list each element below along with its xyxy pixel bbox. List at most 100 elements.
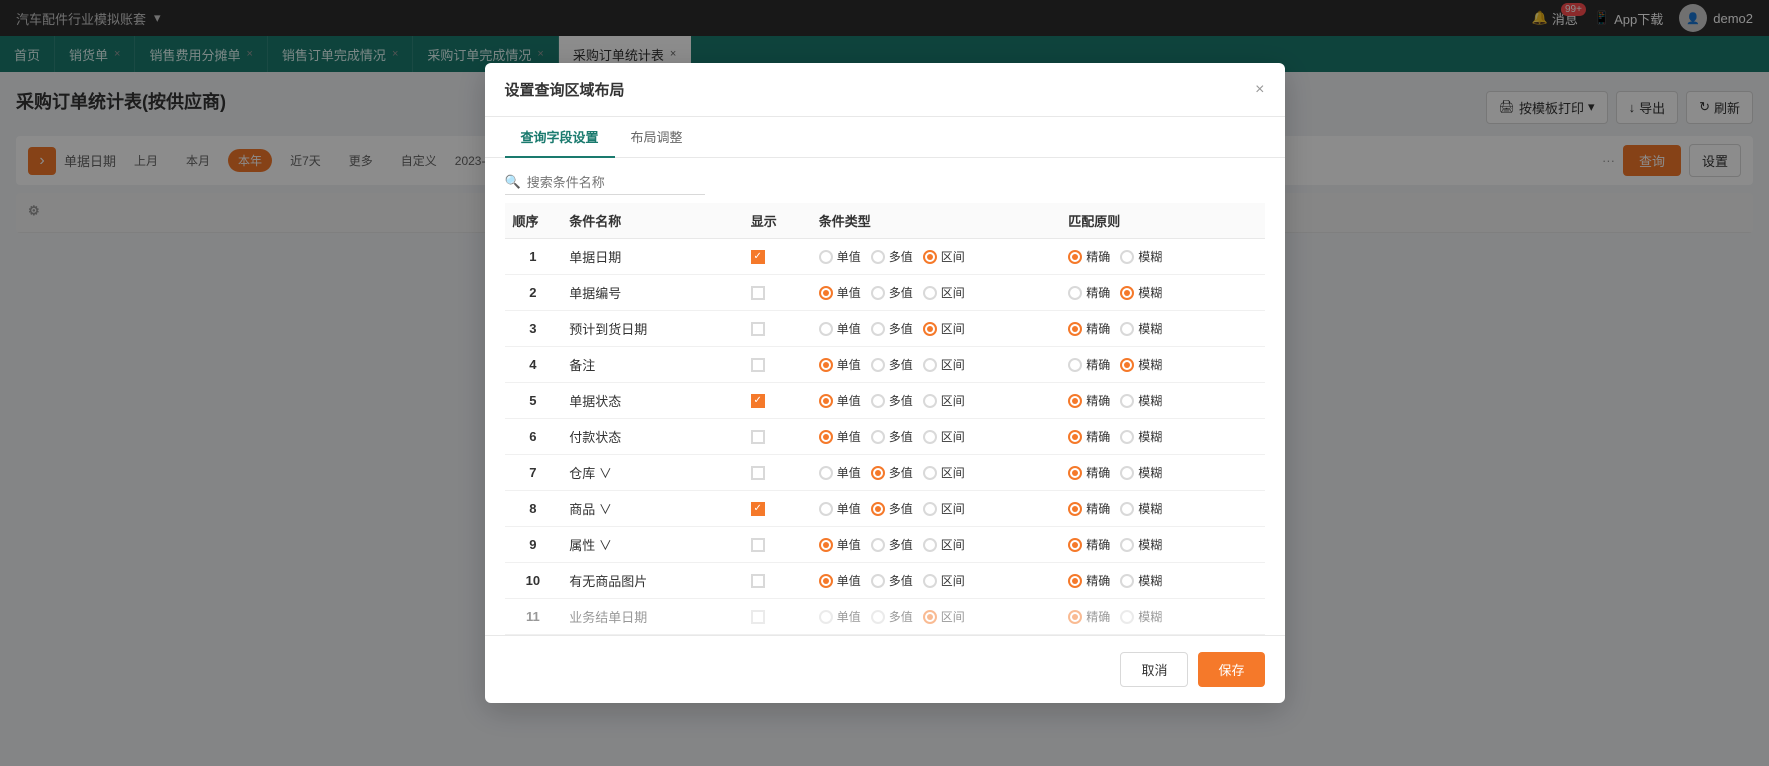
radio-circle-type-6-单值 xyxy=(819,430,833,444)
radio-type-多值-3[interactable]: 多值 xyxy=(871,320,913,337)
radio-circle-match-1-精确 xyxy=(1068,250,1082,264)
row-show-1[interactable] xyxy=(743,239,811,275)
radio-match-模糊-2[interactable]: 模糊 xyxy=(1120,284,1162,301)
checkbox-8[interactable] xyxy=(751,502,765,516)
radio-type-单值-1[interactable]: 单值 xyxy=(819,248,861,265)
radio-type-多值-9[interactable]: 多值 xyxy=(871,536,913,553)
radio-type-区间-5[interactable]: 区间 xyxy=(923,392,965,409)
radio-type-区间-4[interactable]: 区间 xyxy=(923,356,965,373)
radio-type-单值-4[interactable]: 单值 xyxy=(819,356,861,373)
checkbox-3[interactable] xyxy=(751,322,765,336)
row-show-4[interactable] xyxy=(743,347,811,383)
radio-type-区间-2[interactable]: 区间 xyxy=(923,284,965,301)
radio-type-多值-10[interactable]: 多值 xyxy=(871,572,913,589)
modal-tab-layout[interactable]: 布局调整 xyxy=(615,117,699,158)
row-show-10[interactable] xyxy=(743,563,811,599)
checkbox-11[interactable] xyxy=(751,610,765,624)
radio-match-精确-6[interactable]: 精确 xyxy=(1068,428,1110,445)
radio-match-模糊-5[interactable]: 模糊 xyxy=(1120,392,1162,409)
row-name-6: 付款状态 xyxy=(561,419,742,455)
radio-match-模糊-9[interactable]: 模糊 xyxy=(1120,536,1162,553)
radio-type-区间-10[interactable]: 区间 xyxy=(923,572,965,589)
checkbox-4[interactable] xyxy=(751,358,765,372)
radio-type-单值-11[interactable]: 单值 xyxy=(819,608,861,625)
radio-match-模糊-6[interactable]: 模糊 xyxy=(1120,428,1162,445)
row-show-5[interactable] xyxy=(743,383,811,419)
radio-match-模糊-4[interactable]: 模糊 xyxy=(1120,356,1162,373)
radio-circle-type-8-单值 xyxy=(819,502,833,516)
checkbox-6[interactable] xyxy=(751,430,765,444)
radio-match-精确-1[interactable]: 精确 xyxy=(1068,248,1110,265)
radio-type-单值-5[interactable]: 单值 xyxy=(819,392,861,409)
radio-match-精确-4[interactable]: 精确 xyxy=(1068,356,1110,373)
checkbox-2[interactable] xyxy=(751,286,765,300)
radio-type-多值-11[interactable]: 多值 xyxy=(871,608,913,625)
radio-circle-type-2-多值 xyxy=(871,286,885,300)
radio-match-模糊-3[interactable]: 模糊 xyxy=(1120,320,1162,337)
radio-match-精确-9[interactable]: 精确 xyxy=(1068,536,1110,553)
radio-type-区间-8[interactable]: 区间 xyxy=(923,500,965,517)
radio-type-多值-6[interactable]: 多值 xyxy=(871,428,913,445)
radio-match-模糊-11[interactable]: 模糊 xyxy=(1120,608,1162,625)
radio-circle-match-7-精确 xyxy=(1068,466,1082,480)
modal-tab-query-fields[interactable]: 查询字段设置 xyxy=(505,117,615,158)
row-name-1: 单据日期 xyxy=(561,239,742,275)
checkbox-7[interactable] xyxy=(751,466,765,480)
radio-match-模糊-8[interactable]: 模糊 xyxy=(1120,500,1162,517)
radio-type-多值-5[interactable]: 多值 xyxy=(871,392,913,409)
radio-type-多值-4[interactable]: 多值 xyxy=(871,356,913,373)
row-match-5: 精确 模糊 xyxy=(1060,383,1264,419)
radio-type-区间-6[interactable]: 区间 xyxy=(923,428,965,445)
row-show-2[interactable] xyxy=(743,275,811,311)
radio-type-多值-7[interactable]: 多值 xyxy=(871,464,913,481)
radio-circle-type-10-区间 xyxy=(923,574,937,588)
radio-type-单值-9[interactable]: 单值 xyxy=(819,536,861,553)
radio-type-区间-11[interactable]: 区间 xyxy=(923,608,965,625)
radio-type-单值-10[interactable]: 单值 xyxy=(819,572,861,589)
row-name-10: 有无商品图片 xyxy=(561,563,742,599)
row-show-8[interactable] xyxy=(743,491,811,527)
row-show-6[interactable] xyxy=(743,419,811,455)
table-row: 6付款状态单值多值区间精确模糊 xyxy=(505,419,1265,455)
radio-match-精确-2[interactable]: 精确 xyxy=(1068,284,1110,301)
radio-match-精确-10[interactable]: 精确 xyxy=(1068,572,1110,589)
radio-type-单值-8[interactable]: 单值 xyxy=(819,500,861,517)
radio-match-精确-8[interactable]: 精确 xyxy=(1068,500,1110,517)
radio-type-区间-1[interactable]: 区间 xyxy=(923,248,965,265)
radio-match-模糊-7[interactable]: 模糊 xyxy=(1120,464,1162,481)
checkbox-10[interactable] xyxy=(751,574,765,588)
radio-type-单值-7[interactable]: 单值 xyxy=(819,464,861,481)
row-show-7[interactable] xyxy=(743,455,811,491)
modal-close-btn[interactable]: × xyxy=(1255,81,1264,99)
cancel-btn[interactable]: 取消 xyxy=(1120,652,1188,687)
radio-type-单值-2[interactable]: 单值 xyxy=(819,284,861,301)
row-show-11[interactable] xyxy=(743,599,811,635)
radio-match-精确-3[interactable]: 精确 xyxy=(1068,320,1110,337)
checkbox-5[interactable] xyxy=(751,394,765,408)
radio-match-模糊-10[interactable]: 模糊 xyxy=(1120,572,1162,589)
row-order-7: 7 xyxy=(505,455,562,491)
radio-circle-type-4-多值 xyxy=(871,358,885,372)
radio-type-区间-3[interactable]: 区间 xyxy=(923,320,965,337)
row-show-9[interactable] xyxy=(743,527,811,563)
radio-type-单值-6[interactable]: 单值 xyxy=(819,428,861,445)
radio-match-模糊-1[interactable]: 模糊 xyxy=(1120,248,1162,265)
radio-type-多值-1[interactable]: 多值 xyxy=(871,248,913,265)
radio-type-多值-2[interactable]: 多值 xyxy=(871,284,913,301)
search-input[interactable] xyxy=(527,175,687,190)
save-btn[interactable]: 保存 xyxy=(1198,652,1264,687)
radio-label-type-11-区间: 区间 xyxy=(941,608,965,625)
radio-type-单值-3[interactable]: 单值 xyxy=(819,320,861,337)
radio-circle-type-9-区间 xyxy=(923,538,937,552)
radio-match-精确-7[interactable]: 精确 xyxy=(1068,464,1110,481)
radio-type-区间-9[interactable]: 区间 xyxy=(923,536,965,553)
checkbox-1[interactable] xyxy=(751,250,765,264)
radio-type-多值-8[interactable]: 多值 xyxy=(871,500,913,517)
radio-circle-type-3-单值 xyxy=(819,322,833,336)
radio-label-match-5-模糊: 模糊 xyxy=(1138,392,1162,409)
checkbox-9[interactable] xyxy=(751,538,765,552)
radio-match-精确-11[interactable]: 精确 xyxy=(1068,608,1110,625)
radio-type-区间-7[interactable]: 区间 xyxy=(923,464,965,481)
radio-match-精确-5[interactable]: 精确 xyxy=(1068,392,1110,409)
row-show-3[interactable] xyxy=(743,311,811,347)
